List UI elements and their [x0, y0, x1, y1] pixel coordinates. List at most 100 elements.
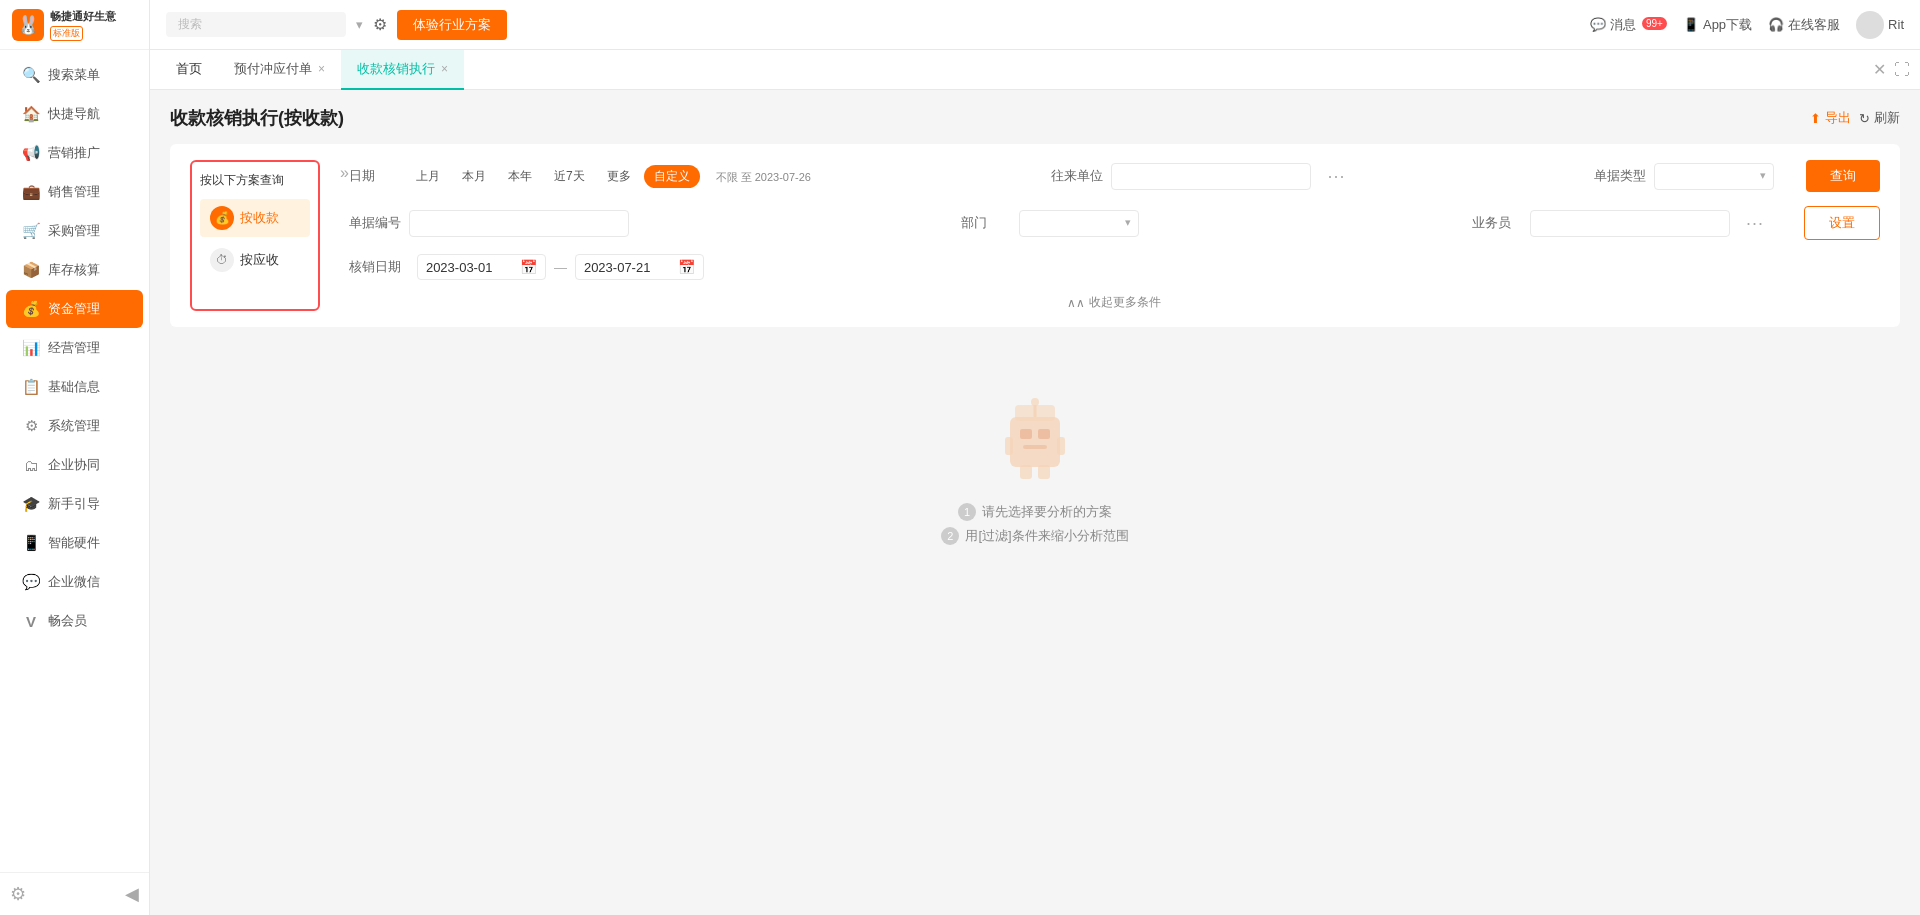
sidebar-item-sales[interactable]: 💼 销售管理 — [6, 173, 143, 211]
collapse-more-button[interactable]: ∧∧ 收起更多条件 — [1067, 294, 1161, 311]
tab-collection-close-icon[interactable]: × — [441, 62, 448, 76]
close-tab-icon[interactable]: ✕ — [1873, 60, 1886, 79]
sidebar-item-label: 搜索菜单 — [48, 66, 100, 84]
message-button[interactable]: 💬 消息 99+ — [1590, 16, 1667, 34]
sidebar-item-label: 营销推广 — [48, 144, 100, 162]
sidebar-item-system[interactable]: ⚙ 系统管理 — [6, 407, 143, 445]
voucher-no-input[interactable] — [409, 210, 629, 237]
sidebar-item-operations[interactable]: 📊 经营管理 — [6, 329, 143, 367]
sidebar-item-marketing[interactable]: 📢 营销推广 — [6, 134, 143, 172]
filter-panel-collapse-icon[interactable]: » — [340, 164, 349, 182]
sidebar-item-hardware[interactable]: 📱 智能硬件 — [6, 524, 143, 562]
user-area[interactable]: Rit — [1856, 11, 1904, 39]
service-label: 在线客服 — [1788, 16, 1840, 34]
app-icon: 📱 — [1683, 17, 1699, 32]
system-icon: ⚙ — [22, 417, 40, 435]
date-btn-7days[interactable]: 近7天 — [545, 164, 594, 189]
svg-rect-0 — [1010, 417, 1060, 467]
collapse-sidebar-icon[interactable]: ◀ — [125, 883, 139, 905]
tab-prepayment[interactable]: 预付冲应付单 × — [218, 50, 341, 90]
sidebar-item-guide[interactable]: 🎓 新手引导 — [6, 485, 143, 523]
sidebar-item-cooperation[interactable]: 🗂 企业协同 — [6, 446, 143, 484]
refresh-button[interactable]: ↻ 刷新 — [1859, 109, 1900, 127]
topbar-gear-icon[interactable]: ⚙ — [373, 15, 387, 34]
tabbar-actions: ✕ ⛶ — [1873, 60, 1910, 79]
refresh-icon: ↻ — [1859, 111, 1870, 126]
voucher-type-select[interactable] — [1654, 163, 1774, 190]
svg-rect-3 — [1023, 445, 1047, 449]
query-btn-wrap: 查询 — [1806, 160, 1880, 192]
sidebar-item-search[interactable]: 🔍 搜索菜单 — [6, 56, 143, 94]
sidebar-item-inventory[interactable]: 📦 库存核算 — [6, 251, 143, 289]
setting-button[interactable]: 设置 — [1804, 206, 1880, 240]
sidebar-item-purchase[interactable]: 🛒 采购管理 — [6, 212, 143, 250]
filter-option-receipt[interactable]: 💰 按收款 — [200, 199, 310, 237]
writeoff-end-calendar-icon[interactable]: 📅 — [678, 259, 695, 275]
writeoff-start-wrap: 📅 — [417, 254, 546, 280]
basicinfo-icon: 📋 — [22, 378, 40, 396]
export-button[interactable]: ⬆ 导出 — [1810, 109, 1851, 127]
topbar-dropdown-icon[interactable]: ▾ — [356, 17, 363, 32]
sidebar-item-basicinfo[interactable]: 📋 基础信息 — [6, 368, 143, 406]
voucher-type-field: 单据类型 — [1594, 163, 1774, 190]
page-header: 收款核销执行(按收款) ⬆ 导出 ↻ 刷新 — [170, 106, 1900, 130]
sidebar-item-wechat[interactable]: 💬 企业微信 — [6, 563, 143, 601]
sidebar-nav: 🔍 搜索菜单 🏠 快捷导航 📢 营销推广 💼 销售管理 🛒 采购管理 📦 库存核… — [0, 50, 149, 872]
date-btn-thismonth[interactable]: 本月 — [453, 164, 495, 189]
inventory-icon: 📦 — [22, 261, 40, 279]
filter-option-receipt-label: 按收款 — [240, 209, 279, 227]
date-not-limit: 不限 至 2023-07-26 — [716, 170, 811, 185]
sidebar-bottom: ⚙ ◀ — [0, 872, 149, 915]
sidebar-item-label: 经营管理 — [48, 339, 100, 357]
date-btn-more[interactable]: 更多 — [598, 164, 640, 189]
writeoff-date-end[interactable] — [584, 260, 674, 275]
date-btn-thisyear[interactable]: 本年 — [499, 164, 541, 189]
sidebar-item-member[interactable]: V 畅会员 — [6, 602, 143, 640]
home-icon: 🏠 — [22, 105, 40, 123]
tab-home[interactable]: 首页 — [160, 50, 218, 90]
counterparty-more-icon[interactable]: ··· — [1319, 162, 1353, 191]
query-button[interactable]: 查询 — [1806, 160, 1880, 192]
user-name: Rit — [1888, 17, 1904, 32]
app-download-button[interactable]: 📱 App下载 — [1683, 16, 1752, 34]
sidebar-item-label: 采购管理 — [48, 222, 100, 240]
expand-tab-icon[interactable]: ⛶ — [1894, 61, 1910, 79]
user-avatar — [1856, 11, 1884, 39]
tab-prepayment-close-icon[interactable]: × — [318, 62, 325, 76]
department-field: 部门 — [961, 210, 1139, 237]
member-icon: V — [22, 613, 40, 630]
salesperson-label: 业务员 — [1472, 214, 1522, 232]
empty-tip-2: 2 用[过滤]条件来缩小分析范围 — [941, 527, 1128, 545]
counterparty-input[interactable] — [1111, 163, 1311, 190]
date-range-hint: 不限 至 2023-07-26 — [716, 170, 811, 185]
department-select[interactable] — [1019, 210, 1139, 237]
salesperson-field: 业务员 ··· — [1472, 209, 1772, 238]
sidebar-item-finance[interactable]: 💰 资金管理 — [6, 290, 143, 328]
salesperson-more-icon[interactable]: ··· — [1738, 209, 1772, 238]
filter-option-receivable[interactable]: ⏱ 按应收 — [200, 241, 310, 279]
operations-icon: 📊 — [22, 339, 40, 357]
tab-collection-label: 收款核销执行 — [357, 60, 435, 78]
empty-tip-text-2: 用[过滤]条件来缩小分析范围 — [965, 527, 1128, 545]
writeoff-date-start[interactable] — [426, 260, 516, 275]
settings-bottom-icon[interactable]: ⚙ — [10, 883, 26, 905]
writeoff-start-calendar-icon[interactable]: 📅 — [520, 259, 537, 275]
tab-collection[interactable]: 收款核销执行 × — [341, 50, 464, 90]
topbar: 搜索 ▾ ⚙ 体验行业方案 💬 消息 99+ 📱 App下载 🎧 在线客服 Ri… — [150, 0, 1920, 50]
solution-button[interactable]: 体验行业方案 — [397, 10, 507, 40]
date-btn-lastmonth[interactable]: 上月 — [407, 164, 449, 189]
date-btn-custom[interactable]: 自定义 — [644, 165, 700, 188]
sidebar-item-label: 畅会员 — [48, 612, 87, 630]
sidebar-item-label: 销售管理 — [48, 183, 100, 201]
online-service-button[interactable]: 🎧 在线客服 — [1768, 16, 1840, 34]
salesperson-input[interactable] — [1530, 210, 1730, 237]
message-badge: 99+ — [1642, 17, 1667, 30]
empty-state: 1 请先选择要分析的方案 2 用[过滤]条件来缩小分析范围 — [170, 327, 1900, 591]
sidebar: 🐰 畅捷通好生意 标准版 🔍 搜索菜单 🏠 快捷导航 📢 营销推广 💼 销售管理… — [0, 0, 150, 915]
svg-rect-5 — [1057, 437, 1065, 455]
sidebar-item-shortcuts[interactable]: 🏠 快捷导航 — [6, 95, 143, 133]
marketing-icon: 📢 — [22, 144, 40, 162]
department-label: 部门 — [961, 214, 1011, 232]
svg-rect-1 — [1020, 429, 1032, 439]
empty-illustration — [985, 387, 1085, 487]
